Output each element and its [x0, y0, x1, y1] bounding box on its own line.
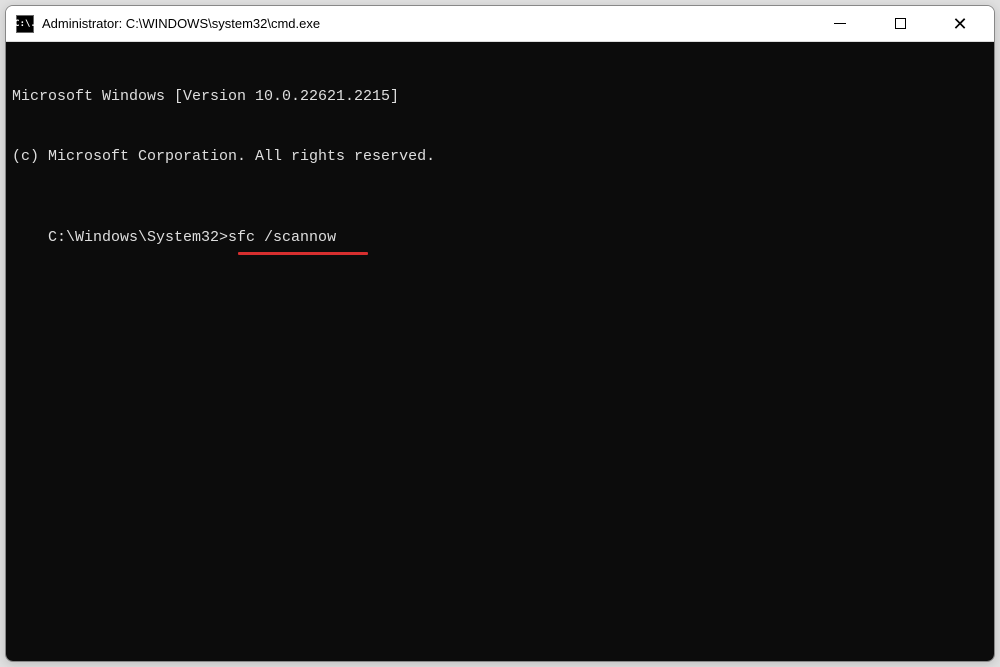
copyright-line: (c) Microsoft Corporation. All rights re…	[12, 147, 988, 167]
window-controls: ✕	[810, 6, 990, 42]
window-title: Administrator: C:\WINDOWS\system32\cmd.e…	[42, 16, 810, 31]
annotation-underline	[238, 252, 368, 255]
close-button[interactable]: ✕	[930, 6, 990, 42]
terminal-area[interactable]: Microsoft Windows [Version 10.0.22621.22…	[6, 42, 994, 661]
close-icon: ✕	[952, 15, 967, 33]
prompt-line: C:\Windows\System32>sfc /scannow	[48, 228, 336, 248]
cmd-icon: C:\.	[16, 15, 34, 33]
maximize-icon	[895, 18, 906, 29]
maximize-button[interactable]	[870, 6, 930, 42]
titlebar[interactable]: C:\. Administrator: C:\WINDOWS\system32\…	[6, 6, 994, 42]
prompt-text: C:\Windows\System32>	[48, 229, 228, 246]
command-text: sfc /scannow	[228, 229, 336, 246]
minimize-icon	[834, 23, 846, 24]
minimize-button[interactable]	[810, 6, 870, 42]
cmd-window: C:\. Administrator: C:\WINDOWS\system32\…	[5, 5, 995, 662]
version-line: Microsoft Windows [Version 10.0.22621.22…	[12, 87, 988, 107]
